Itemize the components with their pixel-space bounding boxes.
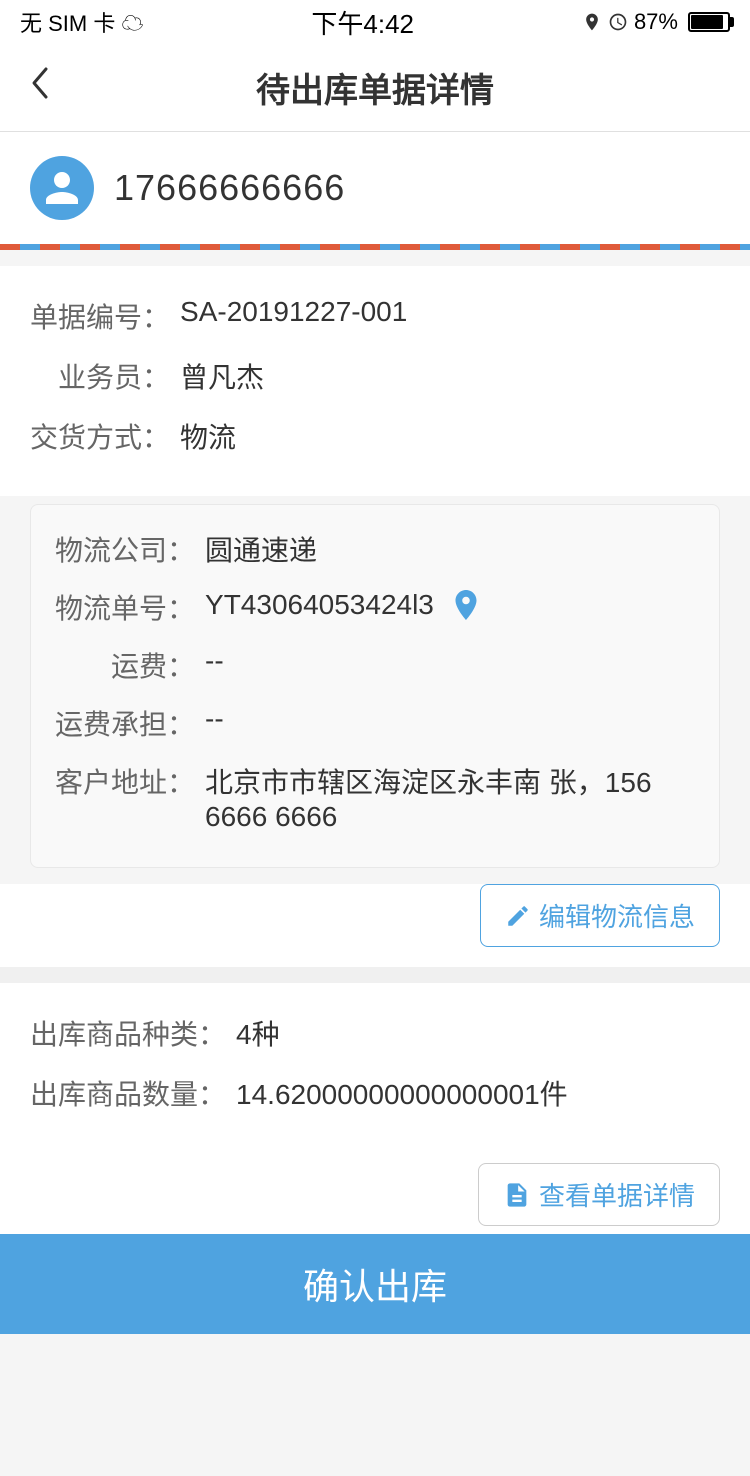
edit-btn-row: 编辑物流信息 — [0, 884, 750, 967]
sales-person-label: 业务员： — [30, 356, 170, 396]
logistics-company-row: 物流公司： 圆通速递 — [55, 529, 695, 569]
section-divider — [0, 967, 750, 983]
phone-number: 17666666666 — [114, 167, 345, 209]
goods-quantity-value: 14.62000000000000001件 — [236, 1073, 720, 1113]
sales-person-value: 曾凡杰 — [180, 356, 720, 396]
order-number-value: SA-20191227-001 — [180, 296, 720, 328]
address-value: 北京市市辖区海淀区永丰南 张，156 6666 6666 — [205, 761, 695, 833]
goods-types-value: 4种 — [236, 1013, 720, 1053]
status-right: 87% — [582, 9, 730, 35]
logistics-company-label: 物流公司： — [55, 529, 195, 569]
battery-icon — [688, 12, 730, 32]
goods-types-row: 出库商品种类： 4种 — [30, 1013, 720, 1053]
delivery-method-label: 交货方式： — [30, 416, 170, 456]
order-info-section: 单据编号： SA-20191227-001 业务员： 曾凡杰 交货方式： 物流 — [0, 266, 750, 496]
view-details-button[interactable]: 查看单据详情 — [478, 1163, 720, 1226]
edit-logistics-button[interactable]: 编辑物流信息 — [480, 884, 720, 947]
page-title: 待出库单据详情 — [256, 63, 494, 112]
status-left: 无 SIM 卡 ☁ — [20, 6, 143, 38]
freight-bearer-row: 运费承担： -- — [55, 703, 695, 743]
delivery-method-row: 交货方式： 物流 — [30, 416, 720, 456]
freight-bearer-value: -- — [205, 703, 695, 735]
tracking-location-icon[interactable] — [448, 587, 484, 623]
confirm-button[interactable]: 确认出库 — [0, 1234, 750, 1334]
clock-status-icon — [608, 12, 628, 32]
status-time: 下午4:42 — [311, 4, 414, 41]
tracking-number-label: 物流单号： — [55, 587, 195, 627]
edit-logistics-label: 编辑物流信息 — [539, 897, 695, 934]
back-button[interactable] — [28, 61, 56, 114]
view-details-label: 查看单据详情 — [539, 1176, 695, 1213]
sales-person-row: 业务员： 曾凡杰 — [30, 356, 720, 396]
avatar — [30, 156, 94, 220]
address-row: 客户地址： 北京市市辖区海淀区永丰南 张，156 6666 6666 — [55, 761, 695, 833]
tracking-number-value: YT43064053424l3 — [205, 589, 434, 621]
logistics-company-value: 圆通速递 — [205, 529, 695, 569]
edit-icon — [505, 903, 531, 929]
sim-status: 无 SIM 卡 ☁ — [20, 6, 143, 38]
tracking-number-row: 物流单号： YT43064053424l3 — [55, 587, 695, 627]
location-status-icon — [582, 12, 602, 32]
freight-row: 运费： -- — [55, 645, 695, 685]
user-icon — [42, 168, 82, 208]
dashed-divider — [0, 244, 750, 250]
freight-bearer-label: 运费承担： — [55, 703, 195, 743]
tracking-value-row: YT43064053424l3 — [205, 587, 484, 623]
freight-label: 运费： — [55, 645, 195, 685]
phone-header: 17666666666 — [0, 132, 750, 244]
status-bar: 无 SIM 卡 ☁ 下午4:42 87% — [0, 0, 750, 44]
goods-quantity-label: 出库商品数量： — [30, 1073, 226, 1113]
order-number-label: 单据编号： — [30, 296, 170, 336]
goods-section: 出库商品种类： 4种 出库商品数量： 14.62000000000000001件 — [0, 983, 750, 1153]
address-label: 客户地址： — [55, 761, 195, 801]
freight-value: -- — [205, 645, 695, 677]
delivery-method-value: 物流 — [180, 416, 720, 456]
goods-types-label: 出库商品种类： — [30, 1013, 226, 1053]
confirm-button-label: 确认出库 — [303, 1258, 447, 1310]
nav-bar: 待出库单据详情 — [0, 44, 750, 132]
document-icon — [503, 1181, 531, 1209]
order-number-row: 单据编号： SA-20191227-001 — [30, 296, 720, 336]
goods-quantity-row: 出库商品数量： 14.62000000000000001件 — [30, 1073, 720, 1113]
logistics-card: 物流公司： 圆通速递 物流单号： YT43064053424l3 运费： -- … — [30, 504, 720, 868]
battery-percent: 87% — [634, 9, 678, 35]
